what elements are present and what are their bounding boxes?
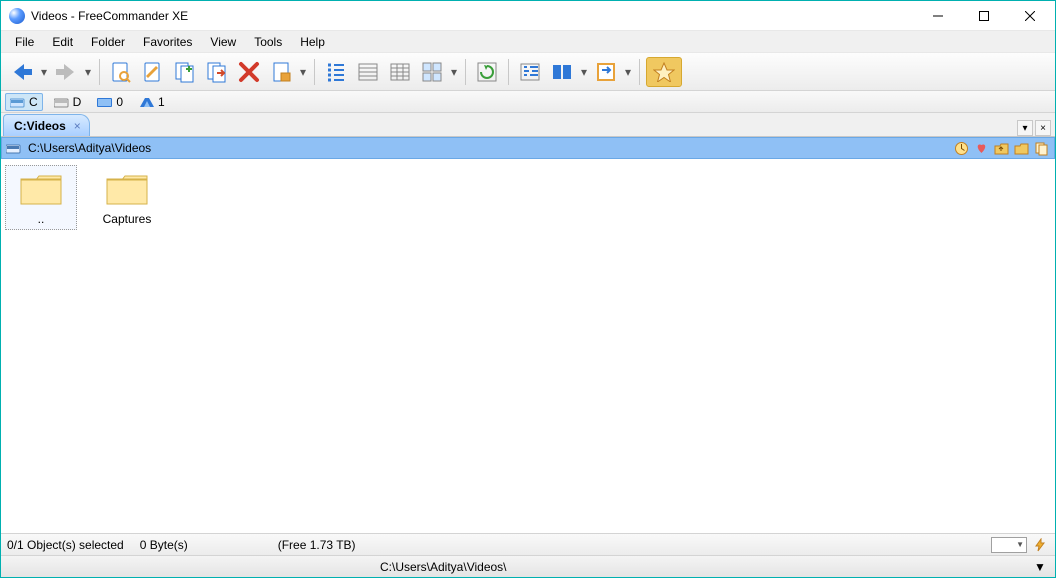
view-columns-button[interactable] <box>385 57 415 87</box>
toolbar-separator <box>314 59 315 85</box>
address-bar[interactable]: C:\Users\Aditya\Videos <box>1 137 1055 159</box>
drive-1-label: 1 <box>158 95 165 109</box>
view-dropdown[interactable]: ▾ <box>449 65 459 79</box>
delete-button[interactable] <box>234 57 264 87</box>
item-label: Captures <box>103 212 152 226</box>
drive-d-label: D <box>73 95 82 109</box>
menu-folder[interactable]: Folder <box>82 33 134 51</box>
command-bar: C:\Users\Aditya\Videos\ ▼ <box>1 555 1055 577</box>
item-captures[interactable]: Captures <box>91 165 163 230</box>
app-icon <box>9 8 25 24</box>
titlebar: Videos - FreeCommander XE <box>1 1 1055 31</box>
menubar: File Edit Folder Favorites View Tools He… <box>1 31 1055 53</box>
back-dropdown[interactable]: ▾ <box>39 65 49 79</box>
swap-dropdown[interactable]: ▾ <box>623 65 633 79</box>
refresh-button[interactable] <box>472 57 502 87</box>
back-button[interactable] <box>7 57 37 87</box>
tab-strip: C:Videos × ▾ × <box>1 113 1055 137</box>
tab-controls: ▾ × <box>1017 120 1053 136</box>
folder-up-icon[interactable] <box>992 139 1010 157</box>
flash-icon[interactable] <box>1031 536 1049 554</box>
forward-button[interactable] <box>51 57 81 87</box>
window-title: Videos - FreeCommander XE <box>31 9 915 23</box>
view-details-button[interactable] <box>353 57 383 87</box>
new-folder-icon[interactable] <box>1012 139 1030 157</box>
drive-0-label: 0 <box>116 95 123 109</box>
status-selection: 0/1 Object(s) selected <box>7 538 124 552</box>
drive-0[interactable]: 0 <box>92 93 128 111</box>
history-icon[interactable] <box>952 139 970 157</box>
minimize-button[interactable] <box>915 2 961 30</box>
view-file-button[interactable] <box>106 57 136 87</box>
layout-dropdown[interactable]: ▾ <box>579 65 589 79</box>
status-free: (Free 1.73 TB) <box>278 538 356 552</box>
tab-list-dropdown[interactable]: ▾ <box>1017 120 1033 136</box>
drive-1[interactable]: 1 <box>134 93 170 111</box>
folder-icon <box>17 169 65 209</box>
close-button[interactable] <box>1007 2 1053 30</box>
filter-combo[interactable]: ▼ <box>991 537 1027 553</box>
maximize-button[interactable] <box>961 2 1007 30</box>
menu-edit[interactable]: Edit <box>43 33 82 51</box>
properties-dropdown[interactable]: ▾ <box>298 65 308 79</box>
drive-c[interactable]: C <box>5 93 43 111</box>
tab-close-icon[interactable]: × <box>72 119 83 133</box>
command-path: C:\Users\Aditya\Videos\ <box>380 560 507 574</box>
favorite-icon[interactable] <box>972 139 990 157</box>
menu-tools[interactable]: Tools <box>245 33 291 51</box>
drive-c-label: C <box>29 95 38 109</box>
view-list-button[interactable] <box>321 57 351 87</box>
folder-icon <box>103 169 151 209</box>
toolbar-separator <box>508 59 509 85</box>
menu-file[interactable]: File <box>6 33 43 51</box>
edit-file-button[interactable] <box>138 57 168 87</box>
move-button[interactable] <box>202 57 232 87</box>
drive-bar: C D 0 1 <box>1 91 1055 113</box>
copy-button[interactable] <box>170 57 200 87</box>
favorites-star-button[interactable] <box>646 57 682 87</box>
tree-view-button[interactable] <box>515 57 545 87</box>
status-size: 0 Byte(s) <box>140 538 188 552</box>
tab-close-button[interactable]: × <box>1035 120 1051 136</box>
tab-videos[interactable]: C:Videos × <box>3 114 90 136</box>
menu-favorites[interactable]: Favorites <box>134 33 201 51</box>
toolbar-separator <box>465 59 466 85</box>
status-bar: 0/1 Object(s) selected 0 Byte(s) (Free 1… <box>1 533 1055 555</box>
address-path[interactable]: C:\Users\Aditya\Videos <box>28 141 946 155</box>
menu-view[interactable]: View <box>201 33 245 51</box>
drive-icon <box>6 141 22 155</box>
forward-dropdown[interactable]: ▾ <box>83 65 93 79</box>
copy-path-icon[interactable] <box>1032 139 1050 157</box>
main-toolbar: ▾ ▾ ▾ ▾ ▾ <box>1 53 1055 91</box>
command-dropdown[interactable]: ▼ <box>1031 558 1049 576</box>
properties-button[interactable] <box>266 57 296 87</box>
tab-label: C:Videos <box>14 119 66 133</box>
window-controls <box>915 2 1053 30</box>
file-list[interactable]: .. Captures <box>1 159 1055 533</box>
toolbar-separator <box>99 59 100 85</box>
drive-d[interactable]: D <box>49 93 87 111</box>
toolbar-separator <box>639 59 640 85</box>
swap-panels-button[interactable] <box>591 57 621 87</box>
menu-help[interactable]: Help <box>291 33 334 51</box>
item-label: .. <box>38 212 45 226</box>
dual-panel-button[interactable] <box>547 57 577 87</box>
view-thumbnails-button[interactable] <box>417 57 447 87</box>
item-parent-folder[interactable]: .. <box>5 165 77 230</box>
